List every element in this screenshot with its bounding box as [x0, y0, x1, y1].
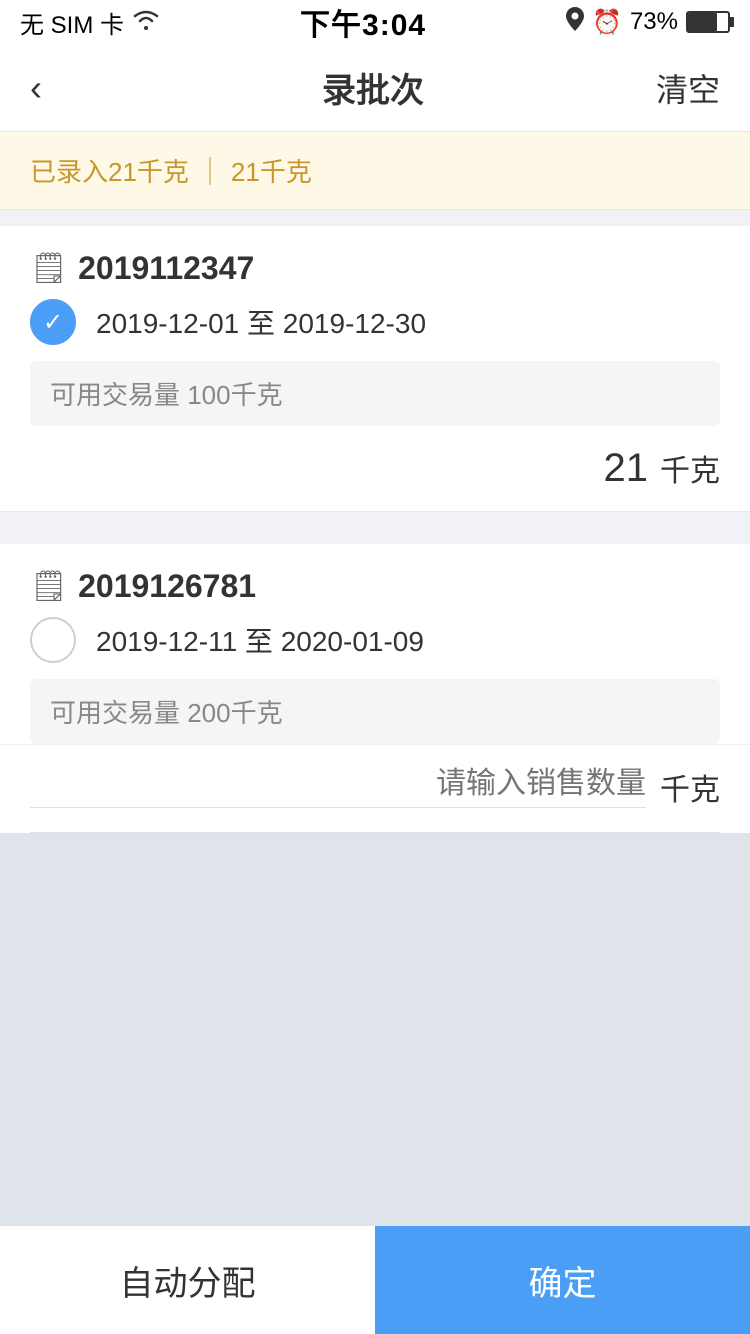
status-bar: 无 SIM 卡 下午3:04 ⏰ 73% [0, 0, 750, 44]
alarm-icon: ⏰ [592, 8, 622, 37]
page-title: 录批次 [322, 63, 424, 112]
location-icon [566, 7, 584, 38]
confirm-button[interactable]: 确定 [375, 1226, 750, 1334]
gray-area [0, 833, 750, 1253]
available-label-2: 可用交易量 200千克 [30, 679, 720, 744]
status-left: 无 SIM 卡 [20, 5, 160, 40]
recorded-amount: 21千克 [231, 152, 312, 189]
batch-doc-icon-2: 🗒 [30, 569, 68, 604]
info-banner: 已录入21千克 21千克 [0, 132, 750, 210]
radio-btn-1[interactable]: ✓ [30, 299, 76, 345]
nav-bar: ‹ 录批次 清空 [0, 44, 750, 132]
batch-row-1: ✓ 2019-12-01 至 2019-12-30 [30, 299, 720, 345]
batch-row-2: 2019-12-11 至 2020-01-09 [30, 617, 720, 663]
available-label-1: 可用交易量 100千克 [30, 361, 720, 426]
check-icon-1: ✓ [43, 308, 63, 337]
amount-row-1: 21 千克 [0, 426, 750, 512]
batch-date-1: 2019-12-01 至 2019-12-30 [96, 302, 426, 342]
battery-icon [686, 11, 730, 33]
amount-value-1: 21 [604, 446, 649, 491]
amount-unit-1: 千克 [660, 446, 720, 490]
batch-header-1: 🗒 2019112347 [30, 250, 720, 287]
banner-divider [209, 157, 211, 185]
amount-input-section-2: 千克 [0, 744, 750, 833]
section-divider [0, 512, 750, 528]
batch-number-2: 2019126781 [78, 568, 256, 605]
bottom-bar: 自动分配 确定 [0, 1226, 750, 1334]
batch-header-2: 🗒 2019126781 [30, 568, 720, 605]
battery-percent: 73% [630, 8, 678, 36]
input-unit-2: 千克 [660, 765, 720, 809]
status-right: ⏰ 73% [566, 7, 730, 38]
batch-date-2: 2019-12-11 至 2020-01-09 [96, 620, 424, 660]
status-time: 下午3:04 [300, 0, 426, 44]
batch-card-2: 🗒 2019126781 2019-12-11 至 2020-01-09 可用交… [0, 544, 750, 833]
batch-card-1: 🗒 2019112347 ✓ 2019-12-01 至 2019-12-30 可… [0, 226, 750, 512]
clear-button[interactable]: 清空 [656, 65, 720, 111]
batch-item-2: 🗒 2019126781 2019-12-11 至 2020-01-09 可用交… [0, 544, 750, 744]
recorded-label: 已录入21千克 [30, 152, 189, 189]
quantity-input-2[interactable] [30, 767, 646, 808]
batch-doc-icon-1: 🗒 [30, 251, 68, 286]
batch-item-1: 🗒 2019112347 ✓ 2019-12-01 至 2019-12-30 可… [0, 226, 750, 426]
batch-number-1: 2019112347 [78, 250, 254, 287]
sim-text: 无 SIM 卡 [20, 5, 124, 40]
radio-btn-2[interactable] [30, 617, 76, 663]
back-button[interactable]: ‹ [30, 67, 90, 109]
wifi-icon [132, 8, 160, 37]
auto-distribute-button[interactable]: 自动分配 [0, 1226, 375, 1334]
